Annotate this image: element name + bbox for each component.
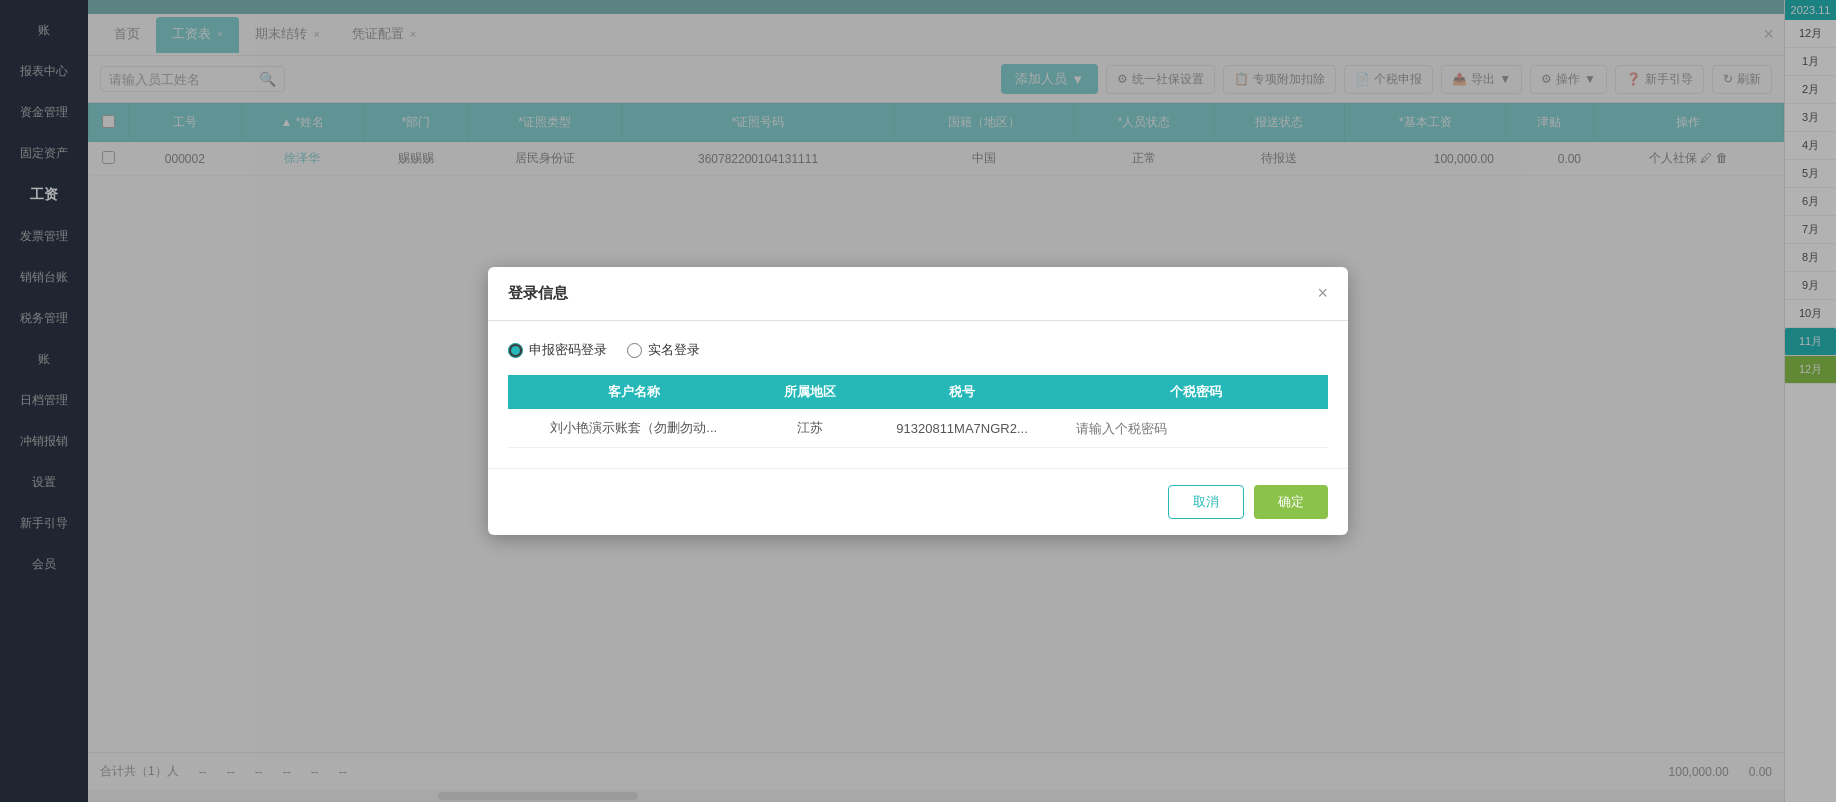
dialog-body: 申报密码登录 实名登录 客户名称 所属地区 — [488, 321, 1348, 468]
login-method-group: 申报密码登录 实名登录 — [508, 341, 1328, 359]
confirm-button[interactable]: 确定 — [1254, 485, 1328, 519]
dialog-close-button[interactable]: × — [1317, 283, 1328, 304]
login-info-row: 刘小艳演示账套（勿删勿动... 江苏 91320811MA7NGR2... — [508, 409, 1328, 448]
login-info-table: 客户名称 所属地区 税号 个税密码 — [508, 375, 1328, 448]
dialog-title: 登录信息 — [508, 284, 568, 303]
dialog-header: 登录信息 × — [488, 267, 1348, 321]
password-input[interactable] — [1076, 421, 1308, 436]
password-login-radio[interactable] — [508, 343, 523, 358]
th-client-name: 客户名称 — [508, 375, 759, 409]
client-name-cell: 刘小艳演示账套（勿删勿动... — [508, 409, 759, 448]
region-cell: 江苏 — [759, 409, 859, 448]
cancel-button[interactable]: 取消 — [1168, 485, 1244, 519]
th-password: 个税密码 — [1064, 375, 1328, 409]
tax-number-cell: 91320811MA7NGR2... — [860, 409, 1065, 448]
realname-login-radio[interactable] — [627, 343, 642, 358]
password-cell[interactable] — [1064, 409, 1328, 448]
dialog-footer: 取消 确定 — [488, 468, 1348, 535]
dialog-overlay: 登录信息 × 申报密码登录 实名登录 客户名称 — [0, 0, 1836, 802]
th-region: 所属地区 — [759, 375, 859, 409]
login-info-dialog: 登录信息 × 申报密码登录 实名登录 客户名称 — [488, 267, 1348, 535]
radio-password-login[interactable]: 申报密码登录 — [508, 341, 607, 359]
radio-realname-login[interactable]: 实名登录 — [627, 341, 700, 359]
th-tax-number: 税号 — [860, 375, 1065, 409]
